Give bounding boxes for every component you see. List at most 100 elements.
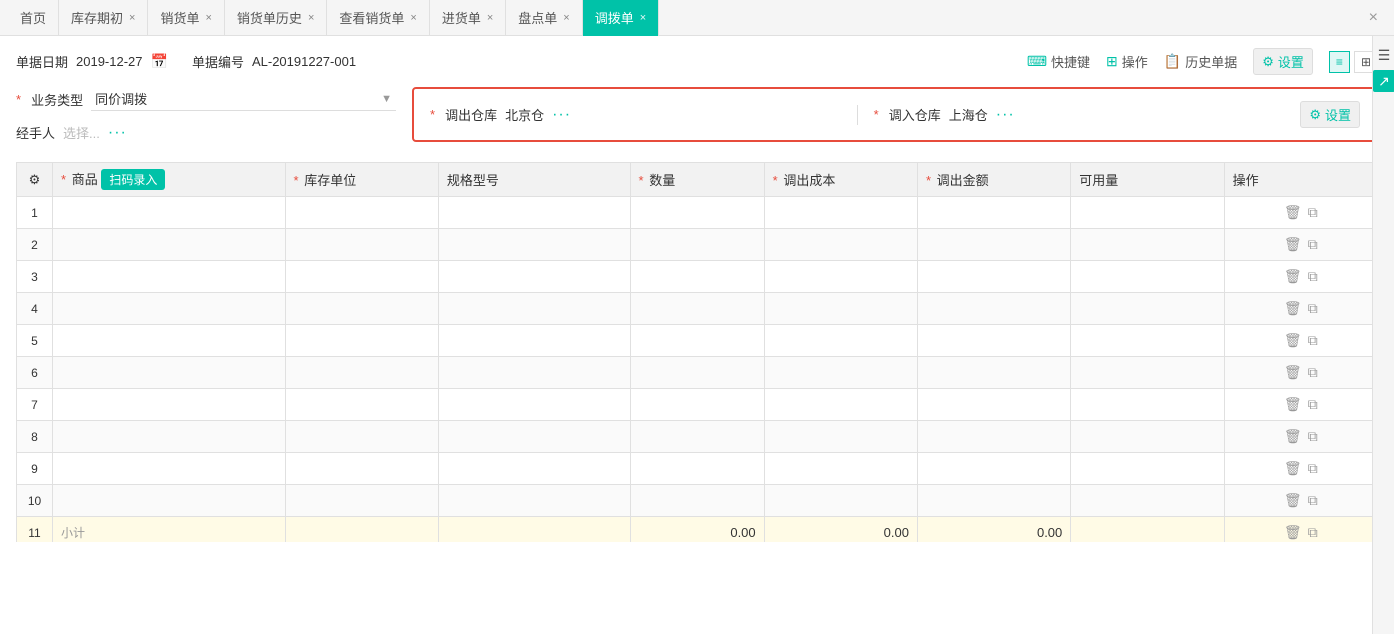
- cell-unit[interactable]: [285, 293, 438, 325]
- cell-qty[interactable]: [630, 325, 764, 357]
- cell-avail[interactable]: [1071, 293, 1224, 325]
- cell-avail[interactable]: [1071, 325, 1224, 357]
- cell-unit[interactable]: [285, 421, 438, 453]
- shortcut-btn[interactable]: ⌨ 快捷键: [1027, 52, 1090, 71]
- settings-button[interactable]: ⚙ 设置: [1253, 48, 1313, 75]
- delete-icon[interactable]: 🗑: [1284, 236, 1302, 253]
- delete-icon[interactable]: 🗑: [1284, 332, 1302, 349]
- delete-icon[interactable]: 🗑: [1284, 300, 1302, 317]
- cell-qty[interactable]: [630, 261, 764, 293]
- cell-cost[interactable]: [764, 421, 917, 453]
- sidebar-expand-icon[interactable]: ↗: [1373, 70, 1394, 92]
- close-purchase-order[interactable]: ×: [487, 12, 493, 24]
- cell-cost[interactable]: [764, 389, 917, 421]
- date-value[interactable]: 2019-12-27: [76, 54, 143, 69]
- cell-amount[interactable]: [917, 325, 1070, 357]
- copy-icon[interactable]: ⧉: [1308, 364, 1318, 381]
- close-inventory-init[interactable]: ×: [129, 12, 135, 24]
- cell-qty[interactable]: [630, 485, 764, 517]
- delete-icon[interactable]: 🗑: [1284, 428, 1302, 445]
- cell-avail[interactable]: [1071, 453, 1224, 485]
- person-input[interactable]: 选择...: [63, 123, 100, 142]
- cell-amount[interactable]: [917, 261, 1070, 293]
- tab-view-sales[interactable]: 查看销货单 ×: [327, 0, 429, 36]
- cell-spec[interactable]: [438, 485, 630, 517]
- cell-product[interactable]: [53, 485, 286, 517]
- tab-sales-history[interactable]: 销货单历史 ×: [225, 0, 327, 36]
- cell-unit[interactable]: [285, 197, 438, 229]
- cell-cost[interactable]: [764, 261, 917, 293]
- cell-qty[interactable]: [630, 389, 764, 421]
- cell-amount[interactable]: [917, 389, 1070, 421]
- delete-icon[interactable]: 🗑: [1284, 204, 1302, 221]
- cell-amount[interactable]: [917, 485, 1070, 517]
- delete-icon[interactable]: 🗑: [1284, 460, 1302, 477]
- delete-icon[interactable]: 🗑: [1284, 492, 1302, 509]
- delete-icon[interactable]: 🗑: [1284, 396, 1302, 413]
- warehouse-settings-btn[interactable]: ⚙ 设置: [1300, 101, 1360, 128]
- close-inventory-count[interactable]: ×: [563, 12, 569, 24]
- th-gear[interactable]: ⚙: [17, 163, 53, 197]
- cell-product[interactable]: [53, 325, 286, 357]
- cell-amount[interactable]: [917, 357, 1070, 389]
- close-view-sales[interactable]: ×: [410, 12, 416, 24]
- tab-sales-order[interactable]: 销货单 ×: [148, 0, 224, 36]
- cell-cost[interactable]: [764, 293, 917, 325]
- cell-avail[interactable]: [1071, 261, 1224, 293]
- cell-avail[interactable]: [1071, 357, 1224, 389]
- cell-amount[interactable]: [917, 421, 1070, 453]
- scan-button[interactable]: 扫码录入: [101, 169, 165, 190]
- tab-inventory-init[interactable]: 库存期初 ×: [59, 0, 148, 36]
- tab-inventory-count[interactable]: 盘点单 ×: [506, 0, 582, 36]
- copy-icon[interactable]: ⧉: [1308, 524, 1318, 541]
- close-sales-history[interactable]: ×: [308, 12, 314, 24]
- copy-icon[interactable]: ⧉: [1308, 396, 1318, 413]
- cell-avail[interactable]: [1071, 485, 1224, 517]
- close-transfer-order[interactable]: ×: [640, 12, 646, 24]
- cell-avail[interactable]: [1071, 229, 1224, 261]
- cell-spec[interactable]: [438, 453, 630, 485]
- cell-spec[interactable]: [438, 261, 630, 293]
- tab-transfer-order[interactable]: 调拨单 ×: [583, 0, 659, 36]
- cell-spec[interactable]: [438, 197, 630, 229]
- warehouse-out-dots[interactable]: ···: [552, 106, 571, 124]
- cell-avail[interactable]: [1071, 197, 1224, 229]
- cell-spec[interactable]: [438, 357, 630, 389]
- cell-cost[interactable]: [764, 197, 917, 229]
- close-sales-order[interactable]: ×: [205, 12, 211, 24]
- delete-icon[interactable]: 🗑: [1284, 524, 1302, 541]
- cell-spec[interactable]: [438, 293, 630, 325]
- cell-unit[interactable]: [285, 485, 438, 517]
- cell-unit[interactable]: [285, 261, 438, 293]
- cell-cost[interactable]: [764, 229, 917, 261]
- cell-qty[interactable]: [630, 453, 764, 485]
- cell-qty[interactable]: [630, 421, 764, 453]
- cell-qty[interactable]: [630, 357, 764, 389]
- cell-cost[interactable]: [764, 357, 917, 389]
- cell-spec[interactable]: [438, 389, 630, 421]
- cell-spec[interactable]: [438, 421, 630, 453]
- copy-icon[interactable]: ⧉: [1308, 428, 1318, 445]
- copy-icon[interactable]: ⧉: [1308, 268, 1318, 285]
- cell-amount[interactable]: [917, 229, 1070, 261]
- warehouse-in-dots[interactable]: ···: [996, 106, 1015, 124]
- cell-product[interactable]: [53, 389, 286, 421]
- delete-icon[interactable]: 🗑: [1284, 364, 1302, 381]
- copy-icon[interactable]: ⧉: [1308, 332, 1318, 349]
- calendar-icon[interactable]: 📅: [151, 53, 168, 70]
- cell-unit[interactable]: [285, 325, 438, 357]
- tab-home[interactable]: 首页: [8, 0, 59, 36]
- cell-qty[interactable]: [630, 229, 764, 261]
- cell-amount[interactable]: [917, 453, 1070, 485]
- layout-list-btn[interactable]: ≡: [1329, 51, 1350, 73]
- cell-qty[interactable]: [630, 197, 764, 229]
- cell-unit[interactable]: [285, 357, 438, 389]
- sidebar-list-icon[interactable]: ☰: [1373, 44, 1394, 66]
- cell-unit[interactable]: [285, 389, 438, 421]
- cell-cost[interactable]: [764, 485, 917, 517]
- copy-icon[interactable]: ⧉: [1308, 460, 1318, 477]
- copy-icon[interactable]: ⧉: [1308, 204, 1318, 221]
- cell-amount[interactable]: [917, 293, 1070, 325]
- cell-unit[interactable]: [285, 453, 438, 485]
- copy-icon[interactable]: ⧉: [1308, 236, 1318, 253]
